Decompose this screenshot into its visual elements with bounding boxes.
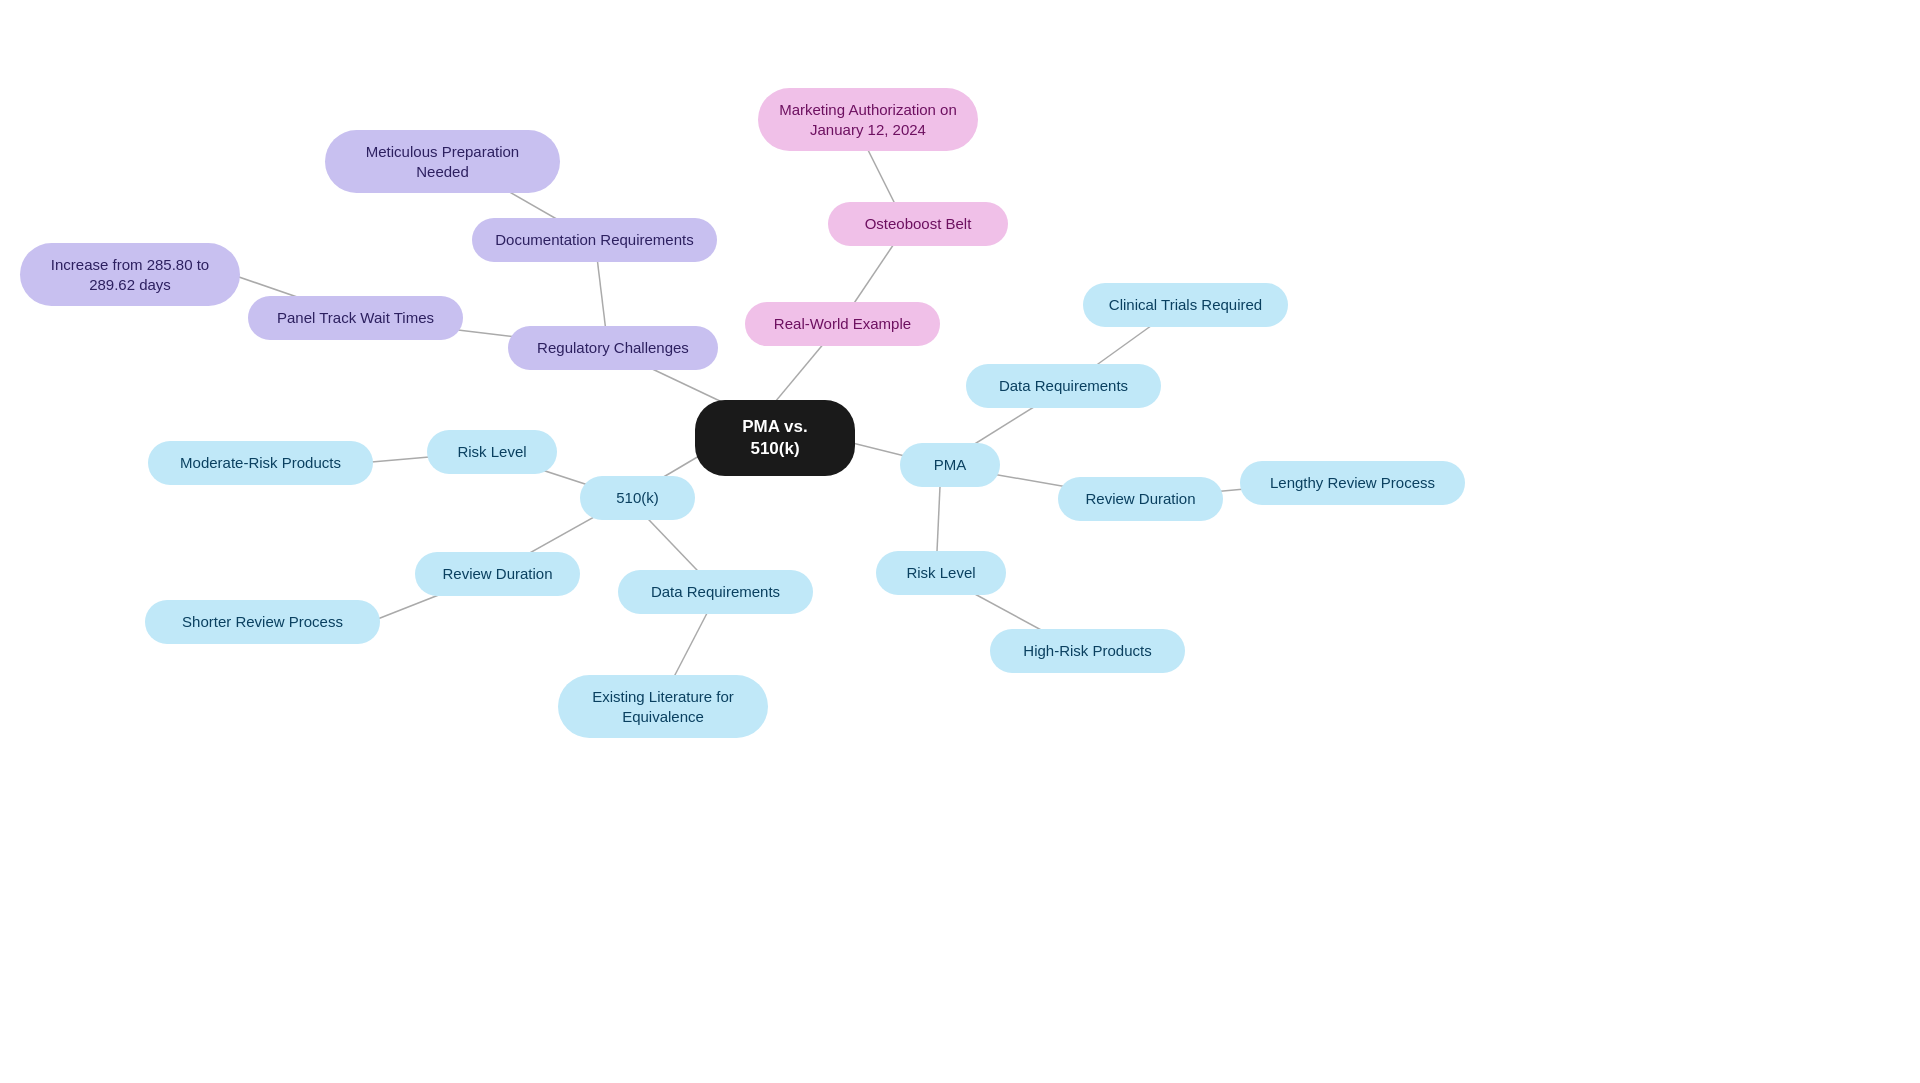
data-req-510-node[interactable]: Data Requirements (618, 570, 813, 614)
data-req-pma-node[interactable]: Data Requirements (966, 364, 1161, 408)
center-node[interactable]: PMA vs. 510(k) (695, 400, 855, 476)
pma-node[interactable]: PMA (900, 443, 1000, 487)
regulatory-challenges-node[interactable]: Regulatory Challenges (508, 326, 718, 370)
existing-literature-node[interactable]: Existing Literature forEquivalence (558, 675, 768, 738)
osteoboost-node[interactable]: Osteoboost Belt (828, 202, 1008, 246)
review-duration-pma-node[interactable]: Review Duration (1058, 477, 1223, 521)
review-duration-510-node[interactable]: Review Duration (415, 552, 580, 596)
meticulous-preparation-node[interactable]: Meticulous PreparationNeeded (325, 130, 560, 193)
high-risk-node[interactable]: High-Risk Products (990, 629, 1185, 673)
panel-track-wait-node[interactable]: Panel Track Wait Times (248, 296, 463, 340)
marketing-auth-node[interactable]: Marketing Authorization onJanuary 12, 20… (758, 88, 978, 151)
increase-days-node[interactable]: Increase from 285.80 to289.62 days (20, 243, 240, 306)
moderate-risk-node[interactable]: Moderate-Risk Products (148, 441, 373, 485)
510k-node[interactable]: 510(k) (580, 476, 695, 520)
risk-level-pma-node[interactable]: Risk Level (876, 551, 1006, 595)
lengthy-review-node[interactable]: Lengthy Review Process (1240, 461, 1465, 505)
shorter-review-node[interactable]: Shorter Review Process (145, 600, 380, 644)
real-world-example-node[interactable]: Real-World Example (745, 302, 940, 346)
risk-level-510-node[interactable]: Risk Level (427, 430, 557, 474)
documentation-requirements-node[interactable]: Documentation Requirements (472, 218, 717, 262)
clinical-trials-node[interactable]: Clinical Trials Required (1083, 283, 1288, 327)
